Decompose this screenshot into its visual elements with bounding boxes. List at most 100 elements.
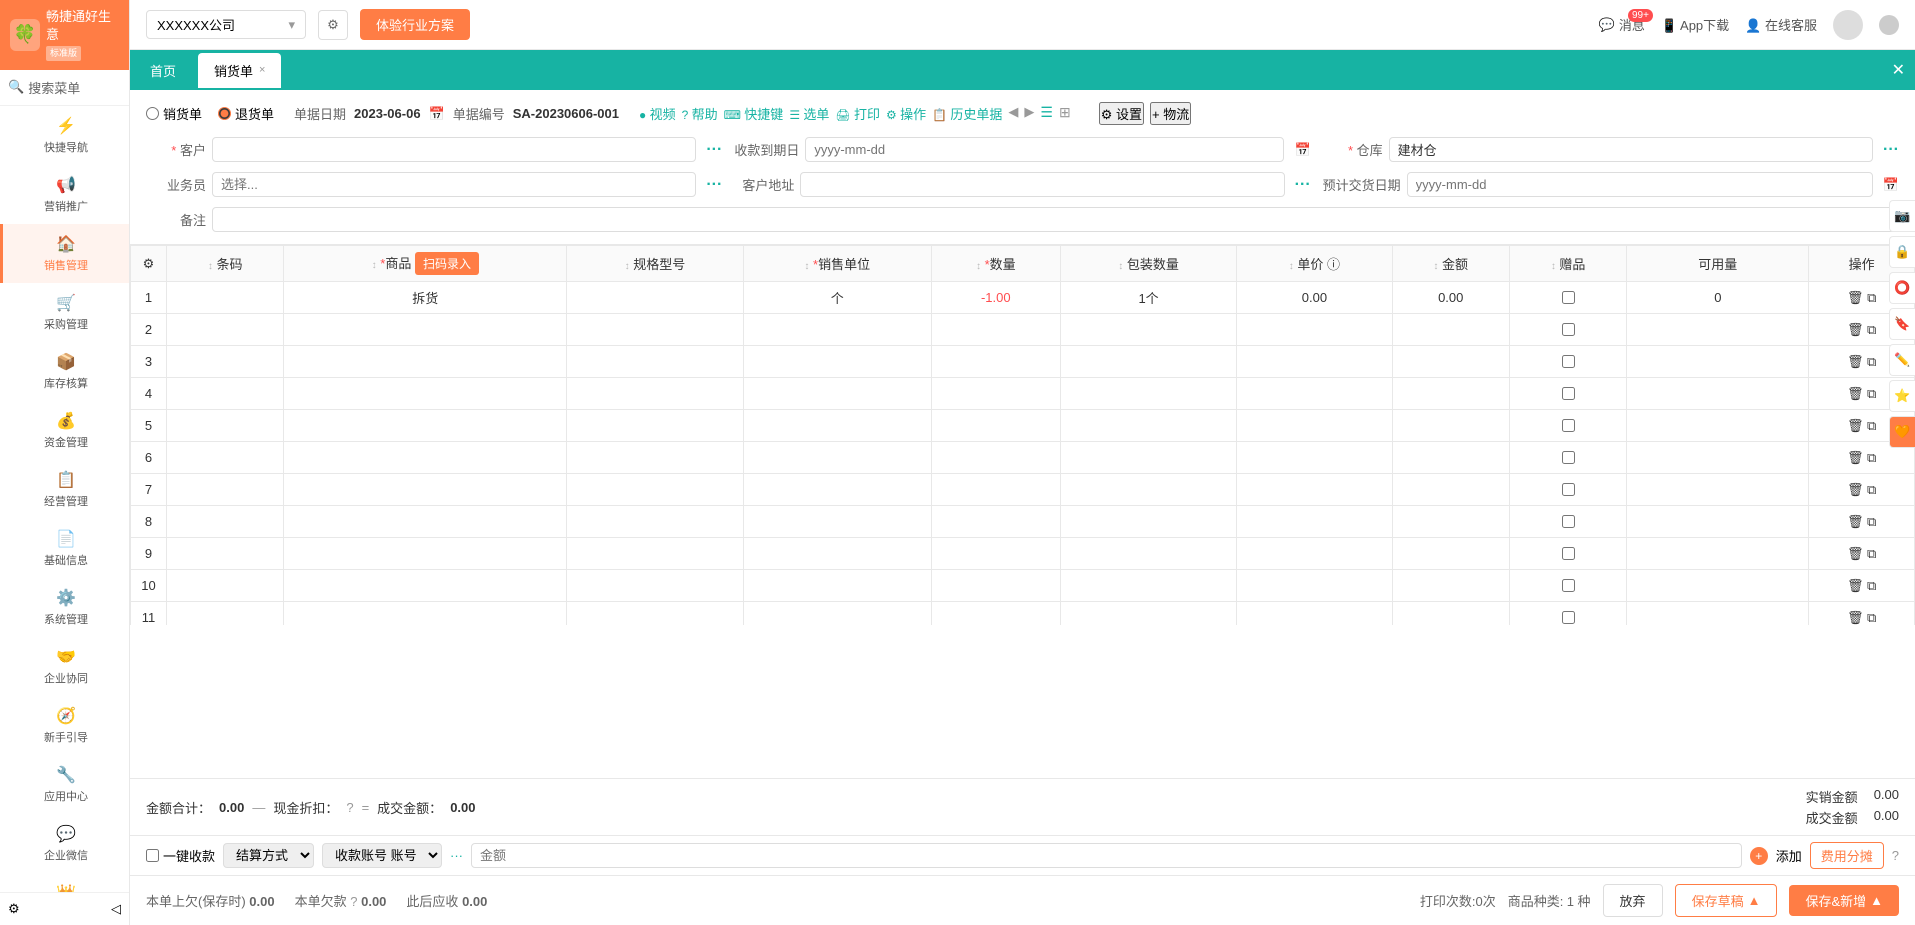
doc-label: 单据编号	[453, 104, 505, 123]
customer-input[interactable]	[212, 137, 696, 162]
right-tool-edit[interactable]: ✏️	[1889, 344, 1915, 376]
split-help-icon[interactable]: ?	[1892, 848, 1899, 863]
scan-btn[interactable]: 扫码录入	[415, 252, 479, 275]
help-link[interactable]: ? 帮助	[682, 104, 718, 123]
list-view-icon[interactable]: ☰	[1040, 104, 1053, 123]
footer-info: 本单上欠(保存时) 0.00 本单欠款 ? 0.00 此后应收 0.00	[146, 891, 487, 910]
sidebar-item-app-center[interactable]: 🔧 应用中心	[0, 755, 129, 814]
ellipsis-icon[interactable]: ···	[450, 848, 463, 863]
video-link[interactable]: ● 视频	[639, 104, 676, 123]
operation-link[interactable]: ⚙ 操作	[886, 104, 926, 123]
radio-return-order[interactable]: 退货单	[218, 104, 274, 123]
right-tool-star[interactable]: ⭐	[1889, 380, 1915, 412]
tab-sales-order[interactable]: 销货单 ×	[198, 53, 281, 88]
logistics-button[interactable]: + 物流	[1150, 102, 1191, 125]
sidebar-item-purchase[interactable]: 🛒 采购管理	[0, 283, 129, 342]
td-amount-1[interactable]: 0.00	[1392, 282, 1509, 314]
payment-account-select[interactable]: 收款账号 账号	[322, 843, 442, 868]
actual-amount-row: 实销金额 0.00	[1806, 787, 1899, 806]
calendar-icon[interactable]: 📅	[429, 106, 445, 122]
table-row: 6🗑 ⧉	[131, 442, 1915, 474]
discount-help-icon[interactable]: ?	[346, 800, 353, 815]
expected-date-calendar-icon[interactable]: 📅	[1883, 177, 1899, 193]
copy-row-icon[interactable]: ⧉	[1867, 290, 1876, 305]
customer-addr-expand-icon[interactable]: ···	[1295, 176, 1311, 194]
split-payment-button[interactable]: 费用分摊	[1810, 842, 1884, 869]
sidebar-item-member[interactable]: 👑 畅会员	[0, 873, 129, 892]
nav-prev-icon[interactable]: ◀	[1008, 104, 1018, 123]
td-price-1[interactable]: 0.00	[1237, 282, 1392, 314]
sidebar-item-guide[interactable]: 🧭 新手引导	[0, 696, 129, 755]
search-menu[interactable]: 🔍 搜索菜单	[0, 70, 129, 106]
this-order-short: 本单欠款 ? 0.00	[295, 891, 387, 910]
sidebar-collapse-icon[interactable]: ◁	[111, 901, 121, 917]
due-date-calendar-icon[interactable]: 📅	[1294, 142, 1310, 158]
add-payment-button[interactable]: +	[1750, 847, 1768, 865]
sidebar-item-marketing[interactable]: 📢 营销推广	[0, 165, 129, 224]
td-pkg-qty-1[interactable]: 1个	[1060, 282, 1237, 314]
due-date-input[interactable]	[805, 137, 1284, 162]
company-select[interactable]: XXXXXX公司 ▾	[146, 10, 306, 39]
radio-sales-order[interactable]: 销货单	[146, 104, 202, 123]
sidebar-item-sales[interactable]: 🏠 销售管理	[0, 224, 129, 283]
expected-date-input[interactable]	[1407, 172, 1873, 197]
th-settings[interactable]: ⚙	[131, 246, 167, 282]
payment-amount-input[interactable]	[471, 843, 1742, 868]
nav-next-icon[interactable]: ▶	[1024, 104, 1034, 123]
service-button[interactable]: 👤 在线客服	[1745, 15, 1817, 34]
history-link[interactable]: 📋 历史单据	[932, 104, 1002, 123]
shortcut-link[interactable]: ⌨ 快捷键	[724, 104, 784, 123]
after-collect: 此后应收 0.00	[406, 891, 487, 910]
close-tab-icon[interactable]: ×	[259, 64, 265, 76]
settings-button[interactable]: ⚙	[318, 10, 348, 40]
sidebar-item-basic-info[interactable]: 📄 基础信息	[0, 519, 129, 578]
sidebar-item-wechat[interactable]: 💬 企业微信	[0, 814, 129, 873]
salesman-input[interactable]	[212, 172, 696, 197]
right-tool-orange[interactable]: 🧡	[1889, 416, 1915, 448]
td-quantity-1[interactable]: -1.00	[931, 282, 1060, 314]
td-unit-1[interactable]: 个	[743, 282, 931, 314]
td-gift-1[interactable]	[1509, 282, 1626, 314]
save-new-button[interactable]: 保存&新增 ▲	[1789, 885, 1899, 916]
short-help-icon[interactable]: ?	[350, 894, 357, 909]
select-link[interactable]: ☰ 选单	[789, 104, 829, 123]
abandon-button[interactable]: 放弃	[1603, 884, 1663, 917]
settings-form-button[interactable]: ⚙ 设置	[1099, 102, 1144, 125]
warehouse-input[interactable]	[1389, 137, 1873, 162]
product-count[interactable]: 商品种类: 1 种	[1508, 891, 1591, 910]
sidebar-item-operations[interactable]: 📋 经营管理	[0, 460, 129, 519]
td-product-1[interactable]: 拆货	[284, 282, 567, 314]
sidebar-item-inventory[interactable]: 📦 库存核算	[0, 342, 129, 401]
save-draft-button[interactable]: 保存草稿 ▲	[1675, 884, 1778, 917]
right-tool-circle[interactable]: ⭕	[1889, 272, 1915, 304]
trial-button[interactable]: 体验行业方案	[360, 9, 470, 40]
customer-addr-input[interactable]	[800, 172, 1284, 197]
customer-expand-icon[interactable]: ···	[706, 141, 722, 159]
app-download-button[interactable]: 📱 App下载	[1661, 15, 1729, 34]
warehouse-expand-icon[interactable]: ···	[1883, 141, 1899, 159]
payment-method-select[interactable]: 结算方式	[223, 843, 314, 868]
right-tool-bookmark[interactable]: 🔖	[1889, 308, 1915, 340]
table-row: 5🗑 ⧉	[131, 410, 1915, 442]
remark-input[interactable]	[212, 207, 1899, 232]
one-click-checkbox[interactable]	[146, 849, 159, 862]
delete-row-icon[interactable]: 🗑	[1847, 290, 1864, 305]
td-barcode-1[interactable]	[167, 282, 284, 314]
sidebar-item-enterprise[interactable]: 🤝 企业协同	[0, 637, 129, 696]
td-spec-1[interactable]	[567, 282, 744, 314]
tab-home[interactable]: 首页	[130, 51, 196, 90]
message-button[interactable]: 💬 消息 99+	[1599, 15, 1645, 34]
salesman-expand-icon[interactable]: ···	[706, 176, 722, 194]
sidebar-item-system[interactable]: ⚙️ 系统管理	[0, 578, 129, 637]
user-avatar[interactable]	[1833, 10, 1863, 40]
final-amount-row: 成交金额 0.00	[1806, 808, 1899, 827]
tab-close-all[interactable]: ✕	[1892, 60, 1915, 80]
actual-label: 实销金额	[1806, 787, 1858, 806]
sidebar-item-finance[interactable]: 💰 资金管理	[0, 401, 129, 460]
print-link[interactable]: 🖨 打印	[835, 104, 880, 123]
sidebar-item-quick-nav[interactable]: ⚡ 快捷导航	[0, 106, 129, 165]
grid-view-icon[interactable]: ⊞	[1059, 104, 1071, 123]
right-tool-camera[interactable]: 📷	[1889, 200, 1915, 232]
right-tool-lock[interactable]: 🔒	[1889, 236, 1915, 268]
sidebar-settings-icon[interactable]: ⚙	[8, 901, 20, 917]
